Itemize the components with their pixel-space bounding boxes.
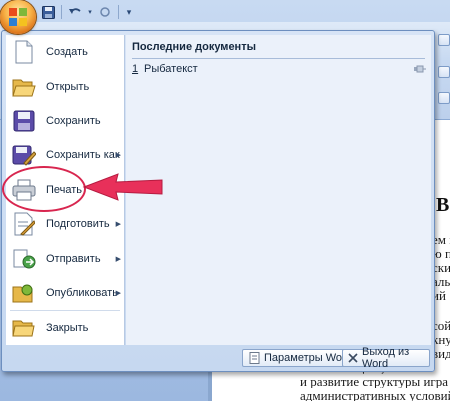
- ribbon-tile: [438, 66, 450, 78]
- undo-icon[interactable]: [67, 4, 83, 20]
- menu-item-prepare[interactable]: Подготовить ▶: [6, 207, 124, 241]
- exit-word-button[interactable]: Выход из Word: [342, 346, 430, 370]
- ribbon-tile: [438, 34, 450, 46]
- menu-item-close[interactable]: Закрыть: [6, 311, 124, 345]
- toolbar-separator: [61, 5, 62, 19]
- submenu-arrow-icon: ▶: [115, 289, 121, 297]
- new-document-icon: [12, 40, 36, 64]
- toolbar-separator: [118, 5, 119, 19]
- menu-footer: Параметры Word Выход из Word: [6, 346, 430, 370]
- recent-document-item[interactable]: 1 Рыбатекст: [132, 61, 427, 77]
- menu-item-open[interactable]: Открыть: [6, 69, 124, 103]
- recent-document-name: Рыбатекст: [144, 63, 198, 75]
- options-document-icon: [248, 352, 260, 364]
- publish-icon: [12, 281, 36, 305]
- menu-item-save-as[interactable]: Сохранить как ▶: [6, 138, 124, 172]
- menu-item-label: Опубликовать: [46, 286, 118, 299]
- prepare-document-icon: [12, 212, 36, 236]
- undo-dropdown-icon[interactable]: ▾: [86, 4, 94, 20]
- document-heading: В: [436, 194, 450, 216]
- document-line: административных условий: [300, 390, 450, 401]
- red-pointer-arrow-icon: [82, 173, 163, 201]
- open-folder-icon: [12, 75, 36, 99]
- save-icon[interactable]: [40, 4, 56, 20]
- menu-item-save[interactable]: Сохранить: [6, 104, 124, 138]
- office-button[interactable]: [0, 0, 36, 34]
- menu-item-label: Подготовить: [46, 218, 110, 231]
- submenu-arrow-icon: ▶: [115, 152, 121, 160]
- print-highlight-ellipse: [2, 166, 86, 212]
- menu-item-label: Сохранить: [46, 114, 101, 127]
- recent-document-number: 1: [132, 63, 139, 75]
- menu-item-publish[interactable]: Опубликовать ▶: [6, 276, 124, 310]
- redo-icon[interactable]: [97, 4, 113, 20]
- menu-item-label: Открыть: [46, 80, 90, 93]
- menu-item-label: Отправить: [46, 252, 101, 265]
- document-line: и развитие структуры игра: [300, 376, 449, 388]
- menu-item-label: Создать: [46, 46, 88, 59]
- recent-documents-title: Последние документы: [132, 41, 425, 59]
- send-icon: [12, 247, 36, 271]
- customize-toolbar-icon[interactable]: ▾: [124, 4, 134, 20]
- recent-documents-panel: Последние документы 1 Рыбатекст: [126, 35, 431, 345]
- pin-icon[interactable]: [413, 64, 427, 74]
- close-folder-icon: [12, 316, 36, 340]
- menu-item-label: Сохранить как: [46, 149, 120, 162]
- office-logo-icon: [9, 8, 27, 26]
- quick-access-toolbar: ▾ ▾: [40, 2, 134, 22]
- ribbon-tile: [438, 92, 450, 104]
- submenu-arrow-icon: ▶: [115, 221, 121, 229]
- word-options-button[interactable]: Параметры Word: [242, 349, 358, 367]
- menu-item-label: Закрыть: [46, 322, 89, 335]
- word-options-label: Параметры Word: [264, 352, 352, 364]
- submenu-arrow-icon: ▶: [115, 255, 121, 263]
- save-as-icon: [12, 143, 36, 167]
- exit-word-label: Выход из Word: [362, 346, 410, 370]
- close-x-icon: [348, 352, 358, 364]
- menu-item-send[interactable]: Отправить ▶: [6, 241, 124, 275]
- menu-item-new[interactable]: Создать: [6, 35, 124, 69]
- save-disk-icon: [12, 109, 36, 133]
